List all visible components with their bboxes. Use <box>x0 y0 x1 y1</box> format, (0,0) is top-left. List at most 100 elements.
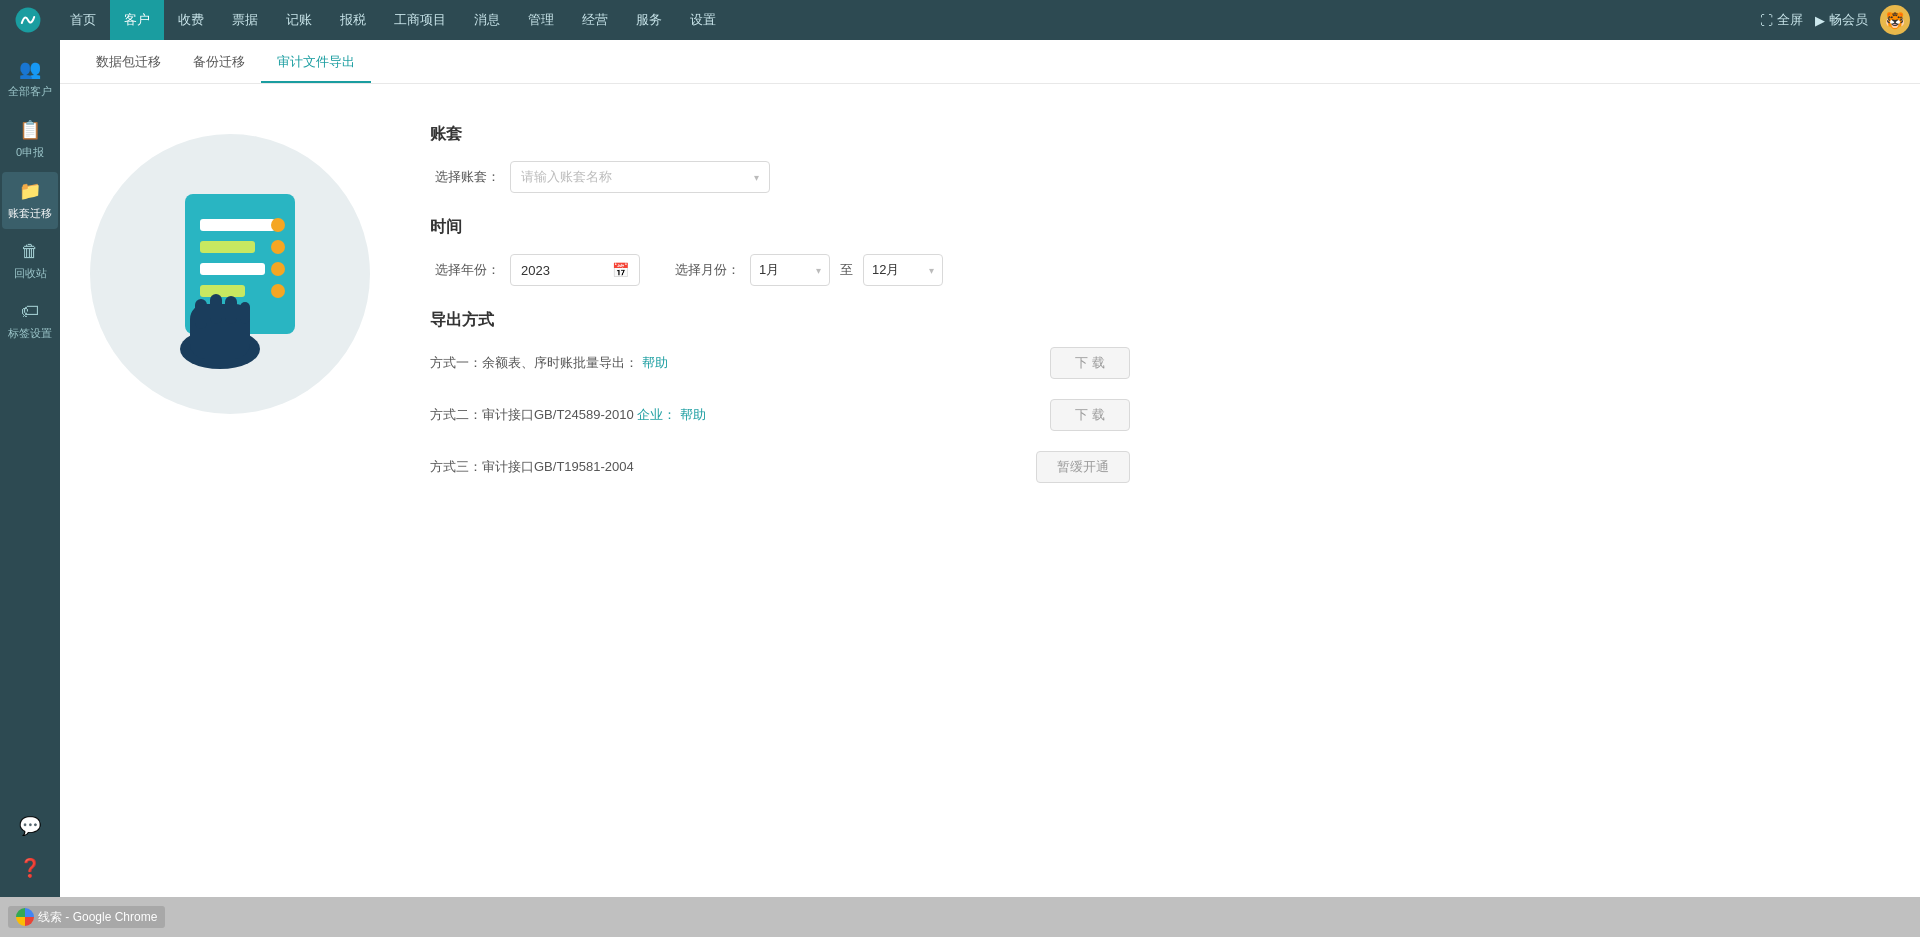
month-label: 选择月份： <box>670 261 740 279</box>
year-label: 选择年份： <box>430 261 500 279</box>
taskbar-chrome[interactable]: 线索 - Google Chrome <box>8 906 165 928</box>
play-icon: ▶ <box>1815 13 1825 28</box>
content-area: 数据包迁移 备份迁移 审计文件导出 <box>60 40 1920 897</box>
svg-point-7 <box>271 240 285 254</box>
svg-rect-15 <box>240 302 250 324</box>
taskbar: 线索 - Google Chrome <box>0 897 1920 937</box>
nav-home[interactable]: 首页 <box>56 0 110 40</box>
account-select[interactable]: 请输入账套名称 ▾ <box>510 161 770 193</box>
sidebar-item-zero-declare[interactable]: 📋 0申报 <box>2 111 58 168</box>
account-select-arrow-icon: ▾ <box>754 172 759 183</box>
nav-clients[interactable]: 客户 <box>110 0 164 40</box>
illustration-area <box>90 114 370 867</box>
year-value: 2023 <box>521 263 550 278</box>
audit-illustration <box>130 164 330 384</box>
illustration-circle <box>90 134 370 414</box>
member-label: 畅会员 <box>1829 11 1868 29</box>
month-start-value: 1月 <box>759 261 779 279</box>
sidebar: 👥 全部客户 📋 0申报 📁 账套迁移 🗑 回收站 🏷 标签设置 💬 ❓ <box>0 40 60 897</box>
nav-manage[interactable]: 管理 <box>514 0 568 40</box>
tab-backup-migration[interactable]: 备份迁移 <box>177 43 261 83</box>
nav-business[interactable]: 工商项目 <box>380 0 460 40</box>
month-end-arrow-icon: ▾ <box>929 265 934 276</box>
svg-point-8 <box>271 262 285 276</box>
tab-data-migration[interactable]: 数据包迁移 <box>80 43 177 83</box>
method2-label-text: 方式二：审计接口GB/T24589-2010 <box>430 407 634 422</box>
fullscreen-icon: ⛶ <box>1760 13 1773 28</box>
sidebar-bottom: 💬 ❓ <box>2 807 58 897</box>
year-input[interactable]: 2023 📅 <box>510 254 640 286</box>
top-navigation: 首页 客户 收费 票据 记账 报税 工商项目 消息 管理 经营 服务 设置 ⛶ … <box>0 0 1920 40</box>
nav-message[interactable]: 消息 <box>460 0 514 40</box>
help-icon: ❓ <box>19 857 41 879</box>
method2-label: 方式二：审计接口GB/T24589-2010 企业： 帮助 <box>430 406 1040 424</box>
sidebar-item-account-migrate-label: 账套迁移 <box>8 206 52 221</box>
all-clients-icon: 👥 <box>19 58 41 80</box>
svg-point-9 <box>271 284 285 298</box>
calendar-icon: 📅 <box>612 262 629 278</box>
month-start-select[interactable]: 1月 ▾ <box>750 254 830 286</box>
sidebar-item-all-clients-label: 全部客户 <box>8 84 52 99</box>
account-select-row: 选择账套： 请输入账套名称 ▾ <box>430 161 1130 193</box>
account-label: 选择账套： <box>430 168 500 186</box>
method2-company-link[interactable]: 企业： <box>637 407 676 422</box>
sidebar-item-tag-settings[interactable]: 🏷 标签设置 <box>2 293 58 349</box>
tab-bar: 数据包迁移 备份迁移 审计文件导出 <box>60 40 1920 84</box>
nav-service[interactable]: 服务 <box>622 0 676 40</box>
tag-icon: 🏷 <box>21 301 39 322</box>
export-section-title: 导出方式 <box>430 310 1130 331</box>
method1-label: 方式一：余额表、序时账批量导出： 帮助 <box>430 354 1040 372</box>
account-placeholder: 请输入账套名称 <box>521 168 612 186</box>
to-text: 至 <box>840 261 853 279</box>
method1-download-btn[interactable]: 下 载 <box>1050 347 1130 379</box>
main-layout: 👥 全部客户 📋 0申报 📁 账套迁移 🗑 回收站 🏷 标签设置 💬 ❓ <box>0 40 1920 897</box>
sidebar-item-recycle-label: 回收站 <box>14 266 47 281</box>
app-logo <box>10 2 46 38</box>
nav-bookkeeping[interactable]: 记账 <box>272 0 326 40</box>
svg-rect-13 <box>210 294 222 324</box>
nav-invoice[interactable]: 票据 <box>218 0 272 40</box>
method3-label: 方式三：审计接口GB/T19581-2004 <box>430 458 1026 476</box>
account-section-title: 账套 <box>430 124 1130 145</box>
svg-rect-14 <box>225 296 237 324</box>
method2-download-btn[interactable]: 下 载 <box>1050 399 1130 431</box>
account-migrate-icon: 📁 <box>19 180 41 202</box>
sidebar-chat-btn[interactable]: 💬 <box>2 807 58 845</box>
svg-rect-5 <box>200 285 245 297</box>
nav-right: ⛶ 全屏 ▶ 畅会员 🐯 <box>1760 5 1910 35</box>
month-end-select[interactable]: 12月 ▾ <box>863 254 943 286</box>
chrome-icon <box>16 908 34 926</box>
chat-icon: 💬 <box>19 815 41 837</box>
month-start-arrow-icon: ▾ <box>816 265 821 276</box>
tab-audit-export[interactable]: 审计文件导出 <box>261 43 371 83</box>
method1-row: 方式一：余额表、序时账批量导出： 帮助 下 载 <box>430 347 1130 379</box>
svg-rect-3 <box>200 241 255 253</box>
form-area: 账套 选择账套： 请输入账套名称 ▾ 时间 选择年份： 2023 📅 <box>430 114 1130 867</box>
method3-open-btn[interactable]: 暂缓开通 <box>1036 451 1130 483</box>
fullscreen-label: 全屏 <box>1777 11 1803 29</box>
page-content: 账套 选择账套： 请输入账套名称 ▾ 时间 选择年份： 2023 📅 <box>60 84 1920 897</box>
nav-operation[interactable]: 经营 <box>568 0 622 40</box>
zero-declare-icon: 📋 <box>19 119 41 141</box>
method2-help-link[interactable]: 帮助 <box>680 407 706 422</box>
sidebar-item-zero-declare-label: 0申报 <box>16 145 44 160</box>
member-btn[interactable]: ▶ 畅会员 <box>1815 11 1868 29</box>
recycle-icon: 🗑 <box>21 241 39 262</box>
nav-tax[interactable]: 报税 <box>326 0 380 40</box>
sidebar-item-account-migrate[interactable]: 📁 账套迁移 <box>2 172 58 229</box>
user-avatar[interactable]: 🐯 <box>1880 5 1910 35</box>
method1-help-link[interactable]: 帮助 <box>642 355 668 370</box>
sidebar-item-recycle[interactable]: 🗑 回收站 <box>2 233 58 289</box>
time-section-title: 时间 <box>430 217 1130 238</box>
method3-row: 方式三：审计接口GB/T19581-2004 暂缓开通 <box>430 451 1130 483</box>
nav-items: 首页 客户 收费 票据 记账 报税 工商项目 消息 管理 经营 服务 设置 <box>56 0 1760 40</box>
sidebar-item-all-clients[interactable]: 👥 全部客户 <box>2 50 58 107</box>
nav-settings[interactable]: 设置 <box>676 0 730 40</box>
fullscreen-btn[interactable]: ⛶ 全屏 <box>1760 11 1803 29</box>
method1-label-text: 方式一：余额表、序时账批量导出： <box>430 355 638 370</box>
svg-rect-4 <box>200 263 265 275</box>
method2-row: 方式二：审计接口GB/T24589-2010 企业： 帮助 下 载 <box>430 399 1130 431</box>
nav-billing[interactable]: 收费 <box>164 0 218 40</box>
sidebar-help-btn[interactable]: ❓ <box>2 849 58 887</box>
taskbar-chrome-label: 线索 - Google Chrome <box>38 909 157 926</box>
